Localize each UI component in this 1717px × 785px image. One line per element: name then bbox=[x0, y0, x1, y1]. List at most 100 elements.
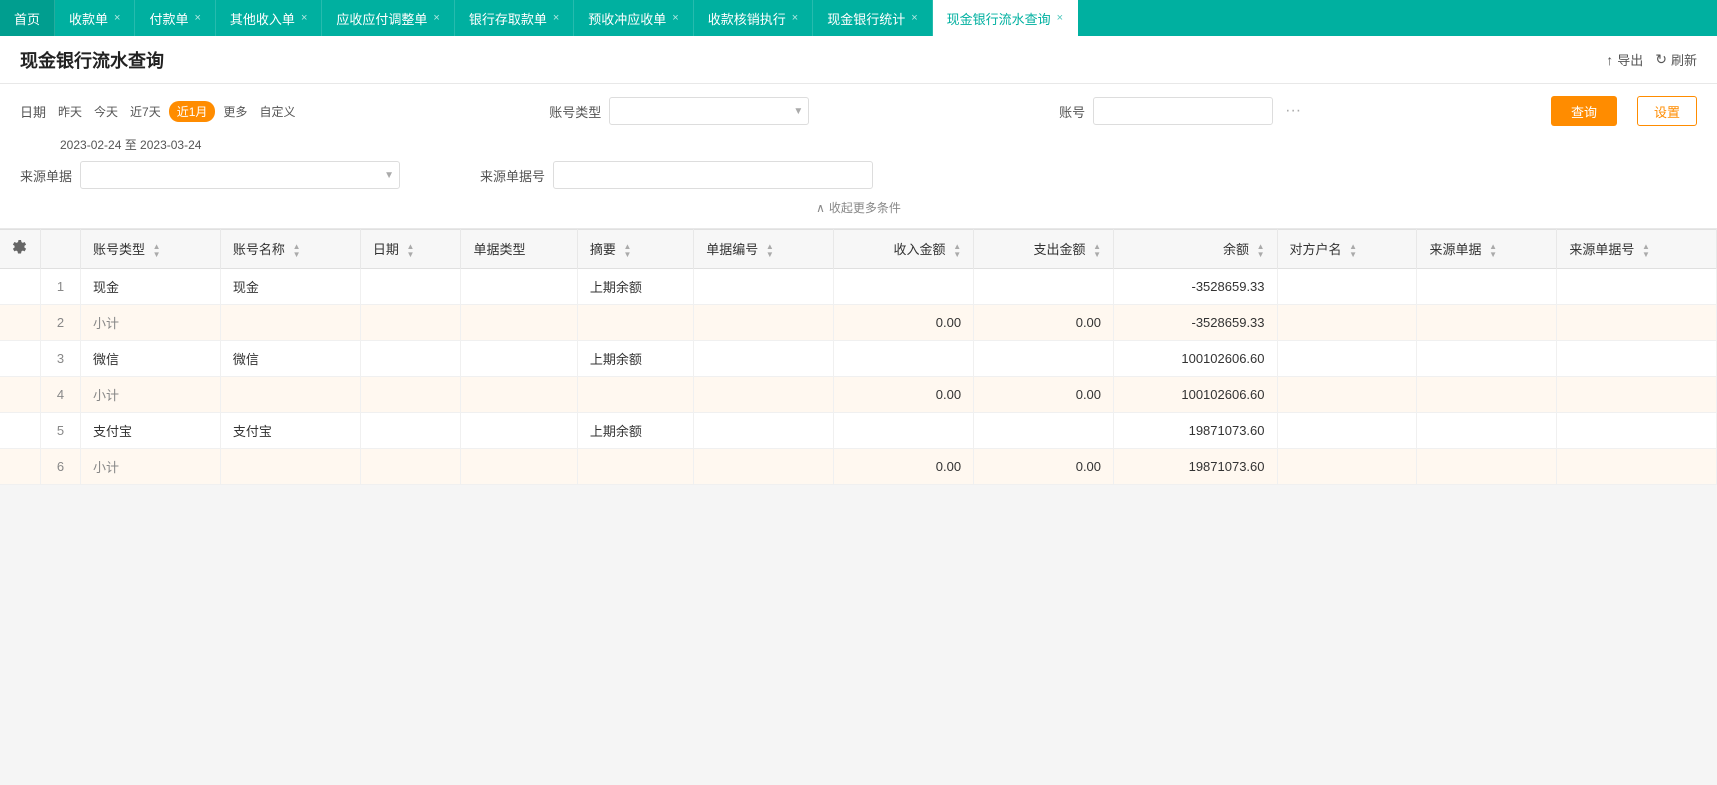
source-doc-select[interactable] bbox=[80, 161, 400, 189]
cell-expense bbox=[974, 268, 1114, 304]
action-buttons-group: 查询 bbox=[1551, 96, 1617, 126]
close-bank-deposit-icon[interactable]: × bbox=[553, 12, 559, 24]
refresh-button[interactable]: ↻ 刷新 bbox=[1655, 50, 1697, 69]
cell-date bbox=[360, 376, 461, 412]
close-payment-icon[interactable]: × bbox=[194, 12, 200, 24]
sort-expense-icon: ▲▼ bbox=[1093, 243, 1101, 259]
cell-num: 1 bbox=[41, 268, 81, 304]
th-counterpart[interactable]: 对方户名 ▲▼ bbox=[1277, 230, 1417, 269]
close-collection-exec-icon[interactable]: × bbox=[792, 12, 798, 24]
table-row[interactable]: 5支付宝支付宝上期余额19871073.60 bbox=[0, 412, 1717, 448]
th-doc-no[interactable]: 单据编号 ▲▼ bbox=[694, 230, 834, 269]
account-input[interactable] bbox=[1093, 97, 1273, 125]
cell-income bbox=[834, 268, 974, 304]
cell-summary bbox=[577, 376, 693, 412]
close-receipt-icon[interactable]: × bbox=[114, 12, 120, 24]
close-ap-adjust-icon[interactable]: × bbox=[433, 12, 439, 24]
account-type-select-wrapper: ▼ bbox=[609, 97, 809, 125]
nav-cash-stats[interactable]: 现金银行统计 × bbox=[813, 0, 932, 36]
cell-doc-type bbox=[461, 304, 577, 340]
close-cash-flow-icon[interactable]: × bbox=[1057, 12, 1063, 24]
th-doc-type: 单据类型 bbox=[461, 230, 577, 269]
cell-settings bbox=[0, 340, 41, 376]
nav-collection-exec[interactable]: 收款核销执行 × bbox=[694, 0, 813, 36]
collapse-chevron-icon: ∧ bbox=[816, 201, 825, 215]
cell-source-doc bbox=[1417, 376, 1557, 412]
nav-cash-flow[interactable]: 现金银行流水查询 × bbox=[933, 0, 1078, 36]
nav-payment[interactable]: 付款单 × bbox=[135, 0, 215, 36]
top-navigation: 首页 收款单 × 付款单 × 其他收入单 × 应收应付调整单 × 银行存取款单 … bbox=[0, 0, 1717, 36]
sort-income-icon: ▲▼ bbox=[953, 243, 961, 259]
th-balance[interactable]: 余额 ▲▼ bbox=[1114, 230, 1277, 269]
shortcut-more[interactable]: 更多 bbox=[219, 101, 251, 122]
refresh-icon: ↻ bbox=[1655, 51, 1667, 68]
table-row[interactable]: 2小计0.000.00-3528659.33 bbox=[0, 304, 1717, 340]
cell-balance: -3528659.33 bbox=[1114, 268, 1277, 304]
cell-source-doc bbox=[1417, 268, 1557, 304]
cell-source-doc-no bbox=[1557, 340, 1717, 376]
table-row[interactable]: 4小计0.000.00100102606.60 bbox=[0, 376, 1717, 412]
th-income[interactable]: 收入金额 ▲▼ bbox=[834, 230, 974, 269]
table-row[interactable]: 3微信微信上期余额100102606.60 bbox=[0, 340, 1717, 376]
sort-doc-no-icon: ▲▼ bbox=[766, 243, 774, 259]
th-source-doc-no[interactable]: 来源单据号 ▲▼ bbox=[1557, 230, 1717, 269]
cell-income: 0.00 bbox=[834, 304, 974, 340]
close-other-income-icon[interactable]: × bbox=[301, 12, 307, 24]
nav-home[interactable]: 首页 bbox=[0, 0, 55, 36]
close-advance-offset-icon[interactable]: × bbox=[672, 12, 678, 24]
th-summary[interactable]: 摘要 ▲▼ bbox=[577, 230, 693, 269]
cell-counterpart bbox=[1277, 448, 1417, 484]
cell-source-doc bbox=[1417, 412, 1557, 448]
table-header-row: 账号类型 ▲▼ 账号名称 ▲▼ 日期 ▲▼ 单据类型 摘要 ▲▼ bbox=[0, 230, 1717, 269]
gear-settings-icon[interactable] bbox=[12, 239, 28, 255]
cell-source-doc-no bbox=[1557, 376, 1717, 412]
nav-bank-deposit[interactable]: 银行存取款单 × bbox=[455, 0, 574, 36]
cell-source-doc bbox=[1417, 448, 1557, 484]
close-cash-stats-icon[interactable]: × bbox=[911, 12, 917, 24]
shortcut-custom[interactable]: 自定义 bbox=[255, 101, 299, 122]
cell-expense bbox=[974, 340, 1114, 376]
account-type-select[interactable] bbox=[609, 97, 809, 125]
th-source-doc[interactable]: 来源单据 ▲▼ bbox=[1417, 230, 1557, 269]
sort-summary-icon: ▲▼ bbox=[624, 243, 632, 259]
th-date[interactable]: 日期 ▲▼ bbox=[360, 230, 461, 269]
source-doc-no-input[interactable] bbox=[553, 161, 873, 189]
cell-doc-type bbox=[461, 376, 577, 412]
nav-receipt[interactable]: 收款单 × bbox=[55, 0, 135, 36]
cell-source-doc bbox=[1417, 340, 1557, 376]
cell-balance: -3528659.33 bbox=[1114, 304, 1277, 340]
settings-button[interactable]: 设置 bbox=[1637, 96, 1697, 126]
nav-other-income[interactable]: 其他收入单 × bbox=[216, 0, 322, 36]
source-doc-no-filter-group: 来源单据号 bbox=[480, 161, 873, 189]
nav-advance-offset[interactable]: 预收冲应收单 × bbox=[574, 0, 693, 36]
source-doc-select-wrapper: ▼ bbox=[80, 161, 400, 189]
cell-counterpart bbox=[1277, 304, 1417, 340]
cell-account-type: 支付宝 bbox=[81, 412, 221, 448]
collapse-label: 收起更多条件 bbox=[829, 199, 901, 216]
th-account-type[interactable]: 账号类型 ▲▼ bbox=[81, 230, 221, 269]
shortcut-yesterday[interactable]: 昨天 bbox=[54, 101, 86, 122]
cell-doc-no bbox=[694, 340, 834, 376]
table-row[interactable]: 1现金现金上期余额-3528659.33 bbox=[0, 268, 1717, 304]
cell-settings bbox=[0, 376, 41, 412]
cell-summary: 上期余额 bbox=[577, 340, 693, 376]
export-button[interactable]: ↑ 导出 bbox=[1606, 50, 1643, 69]
th-account-name[interactable]: 账号名称 ▲▼ bbox=[220, 230, 360, 269]
shortcut-today[interactable]: 今天 bbox=[90, 101, 122, 122]
nav-ap-adjust[interactable]: 应收应付调整单 × bbox=[322, 0, 454, 36]
query-button[interactable]: 查询 bbox=[1551, 96, 1617, 126]
shortcut-1month[interactable]: 近1月 bbox=[169, 101, 216, 122]
th-expense[interactable]: 支出金额 ▲▼ bbox=[974, 230, 1114, 269]
table-container: 账号类型 ▲▼ 账号名称 ▲▼ 日期 ▲▼ 单据类型 摘要 ▲▼ bbox=[0, 229, 1717, 485]
cell-summary: 上期余额 bbox=[577, 268, 693, 304]
sort-account-type-icon: ▲▼ bbox=[153, 243, 161, 259]
cell-account-name: 现金 bbox=[220, 268, 360, 304]
cell-balance: 19871073.60 bbox=[1114, 412, 1277, 448]
cell-doc-type bbox=[461, 340, 577, 376]
collapse-button[interactable]: ∧ 收起更多条件 bbox=[816, 199, 901, 216]
filter-row-2: 来源单据 ▼ 来源单据号 bbox=[20, 161, 1697, 189]
filter-area: 日期 昨天 今天 近7天 近1月 更多 自定义 账号类型 ▼ bbox=[0, 84, 1717, 229]
account-dots-icon[interactable]: ··· bbox=[1285, 102, 1301, 120]
table-row[interactable]: 6小计0.000.0019871073.60 bbox=[0, 448, 1717, 484]
shortcut-7days[interactable]: 近7天 bbox=[126, 101, 165, 122]
